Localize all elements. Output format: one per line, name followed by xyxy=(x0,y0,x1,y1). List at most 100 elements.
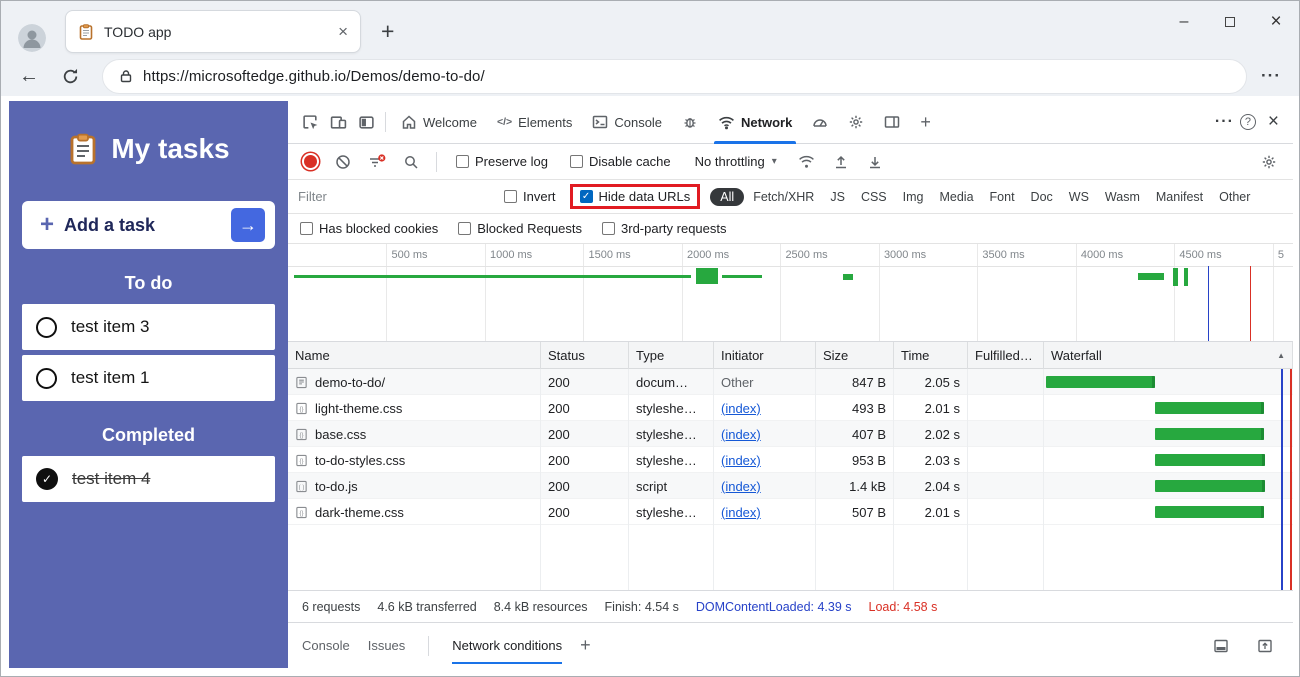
network-overview-timeline[interactable]: 500 ms 1000 ms 1500 ms 2000 ms 2500 ms 3… xyxy=(288,244,1293,342)
devtools-more-icon[interactable]: ··· xyxy=(1215,113,1234,131)
filter-icon[interactable] xyxy=(363,148,391,176)
tab-network[interactable]: Network xyxy=(708,101,802,144)
throttling-dropdown[interactable]: No throttling ▾ xyxy=(695,154,777,169)
table-row[interactable]: demo-to-do/ 200 docum… Other 847 B 2.05 … xyxy=(288,369,1293,395)
column-header-type[interactable]: Type xyxy=(629,342,714,369)
export-har-icon[interactable] xyxy=(861,148,889,176)
column-header-name[interactable]: Name xyxy=(288,342,541,369)
checkbox-icon[interactable] xyxy=(504,190,517,203)
minimize-button[interactable]: – xyxy=(1161,1,1207,43)
table-row[interactable]: {} dark-theme.css 200 styleshe… (index) 5… xyxy=(288,499,1293,525)
dock-drawer-icon[interactable] xyxy=(1207,632,1235,660)
tab-debugger[interactable] xyxy=(672,101,708,144)
tab-welcome[interactable]: Welcome xyxy=(391,101,487,144)
tab-performance[interactable] xyxy=(802,101,838,144)
request-initiator-link[interactable]: (index) xyxy=(721,505,761,520)
request-initiator-link[interactable]: (index) xyxy=(721,453,761,468)
expand-drawer-icon[interactable] xyxy=(1251,632,1279,660)
blocked-cookies-checkbox[interactable]: Has blocked cookies xyxy=(300,221,438,236)
tab-settings-gear[interactable] xyxy=(838,101,874,144)
import-har-icon[interactable] xyxy=(827,148,855,176)
timeline-tick: 2000 ms xyxy=(681,244,729,341)
add-drawer-tab-button[interactable]: + xyxy=(580,635,591,656)
todo-item[interactable]: test item 3 xyxy=(22,304,275,350)
devtools-close-icon[interactable]: × xyxy=(1262,111,1285,133)
todo-item[interactable]: test item 1 xyxy=(22,355,275,401)
clear-icon[interactable] xyxy=(329,148,357,176)
refresh-button[interactable] xyxy=(61,67,80,86)
preserve-log-checkbox[interactable]: Preserve log xyxy=(456,154,548,169)
filter-chip-js[interactable]: JS xyxy=(823,188,852,206)
request-initiator-link[interactable]: (index) xyxy=(721,479,761,494)
new-tab-button[interactable]: + xyxy=(381,18,394,45)
request-initiator-link[interactable]: (index) xyxy=(721,427,761,442)
record-button[interactable] xyxy=(304,155,317,168)
disable-cache-checkbox[interactable]: Disable cache xyxy=(569,154,671,169)
tab-layout-panel[interactable] xyxy=(874,101,910,144)
browser-menu-button[interactable]: ··· xyxy=(1261,66,1281,86)
tab-elements[interactable]: </> Elements xyxy=(487,101,582,144)
filter-chip-doc[interactable]: Doc xyxy=(1024,188,1060,206)
column-header-status[interactable]: Status xyxy=(541,342,629,369)
checked-circle-icon[interactable]: ✓ xyxy=(36,468,58,490)
table-row[interactable]: {} base.css 200 styleshe… (index) 407 B 2… xyxy=(288,421,1293,447)
filter-chip-media[interactable]: Media xyxy=(932,188,980,206)
filter-chip-css[interactable]: CSS xyxy=(854,188,894,206)
column-header-fulfilled[interactable]: Fulfilled… xyxy=(968,342,1044,369)
window-close-button[interactable]: × xyxy=(1253,1,1299,43)
hide-data-urls-checkbox[interactable]: ✓ Hide data URLs xyxy=(569,184,701,209)
checkbox-icon[interactable] xyxy=(602,222,616,235)
filter-chip-img[interactable]: Img xyxy=(896,188,931,206)
tab-welcome-label: Welcome xyxy=(423,114,477,130)
column-header-initiator[interactable]: Initiator xyxy=(714,342,816,369)
network-conditions-icon[interactable] xyxy=(793,148,821,176)
tab-console[interactable]: Console xyxy=(582,101,672,144)
table-row[interactable]: {} light-theme.css 200 styleshe… (index) … xyxy=(288,395,1293,421)
invert-label: Invert xyxy=(523,189,556,204)
network-settings-gear-icon[interactable] xyxy=(1255,148,1283,176)
column-header-size[interactable]: Size xyxy=(816,342,894,369)
more-tools-button[interactable]: + xyxy=(910,101,941,144)
filter-chip-ws[interactable]: WS xyxy=(1062,188,1096,206)
filter-chip-wasm[interactable]: Wasm xyxy=(1098,188,1147,206)
column-header-time[interactable]: Time xyxy=(894,342,968,369)
browser-tab[interactable]: TODO app × xyxy=(65,10,361,53)
request-initiator-link[interactable]: (index) xyxy=(721,401,761,416)
profile-avatar[interactable] xyxy=(18,24,46,52)
drawer-tab-network-conditions[interactable]: Network conditions xyxy=(452,623,562,669)
checkbox-icon[interactable] xyxy=(456,155,469,168)
checkbox-icon[interactable] xyxy=(458,222,472,235)
search-icon[interactable] xyxy=(397,148,425,176)
completed-item[interactable]: ✓ test item 4 xyxy=(22,456,275,502)
back-button[interactable]: ← xyxy=(19,66,39,86)
focus-mode-icon[interactable] xyxy=(352,108,380,136)
submit-task-button[interactable]: → xyxy=(231,208,265,242)
filter-chip-fetch-xhr[interactable]: Fetch/XHR xyxy=(746,188,821,206)
drawer-tab-console[interactable]: Console xyxy=(302,623,350,669)
table-row[interactable]: {} to-do-styles.css 200 styleshe… (index)… xyxy=(288,447,1293,473)
add-task-button[interactable]: + Add a task → xyxy=(22,201,275,249)
unchecked-circle-icon[interactable] xyxy=(36,367,57,389)
checkbox-icon[interactable] xyxy=(300,222,313,235)
filter-chip-all[interactable]: All xyxy=(710,187,745,206)
filter-chip-font[interactable]: Font xyxy=(983,188,1022,206)
blocked-requests-checkbox[interactable]: Blocked Requests xyxy=(458,221,582,236)
filter-chip-other[interactable]: Other xyxy=(1212,188,1257,206)
address-bar[interactable]: https://microsoftedge.github.io/Demos/de… xyxy=(102,58,1248,94)
column-header-waterfall[interactable]: Waterfall ▲ xyxy=(1044,342,1293,369)
table-row[interactable]: ( ) to-do.js 200 script (index) 1.4 kB 2.… xyxy=(288,473,1293,499)
invert-checkbox[interactable]: Invert xyxy=(504,189,556,204)
drawer-tab-issues[interactable]: Issues xyxy=(368,623,406,669)
checkbox-icon[interactable] xyxy=(569,155,583,168)
maximize-button[interactable] xyxy=(1207,1,1253,43)
third-party-checkbox[interactable]: 3rd-party requests xyxy=(602,221,727,236)
device-toolbar-icon[interactable] xyxy=(324,108,352,136)
checked-checkbox-icon[interactable]: ✓ xyxy=(579,190,593,203)
unchecked-circle-icon[interactable] xyxy=(36,316,57,338)
filter-input[interactable] xyxy=(298,189,496,204)
inspect-element-icon[interactable] xyxy=(296,108,324,136)
help-icon[interactable]: ? xyxy=(1239,114,1256,130)
waterfall-cell xyxy=(1044,421,1293,447)
filter-chip-manifest[interactable]: Manifest xyxy=(1149,188,1210,206)
tab-close-icon[interactable]: × xyxy=(338,23,348,40)
